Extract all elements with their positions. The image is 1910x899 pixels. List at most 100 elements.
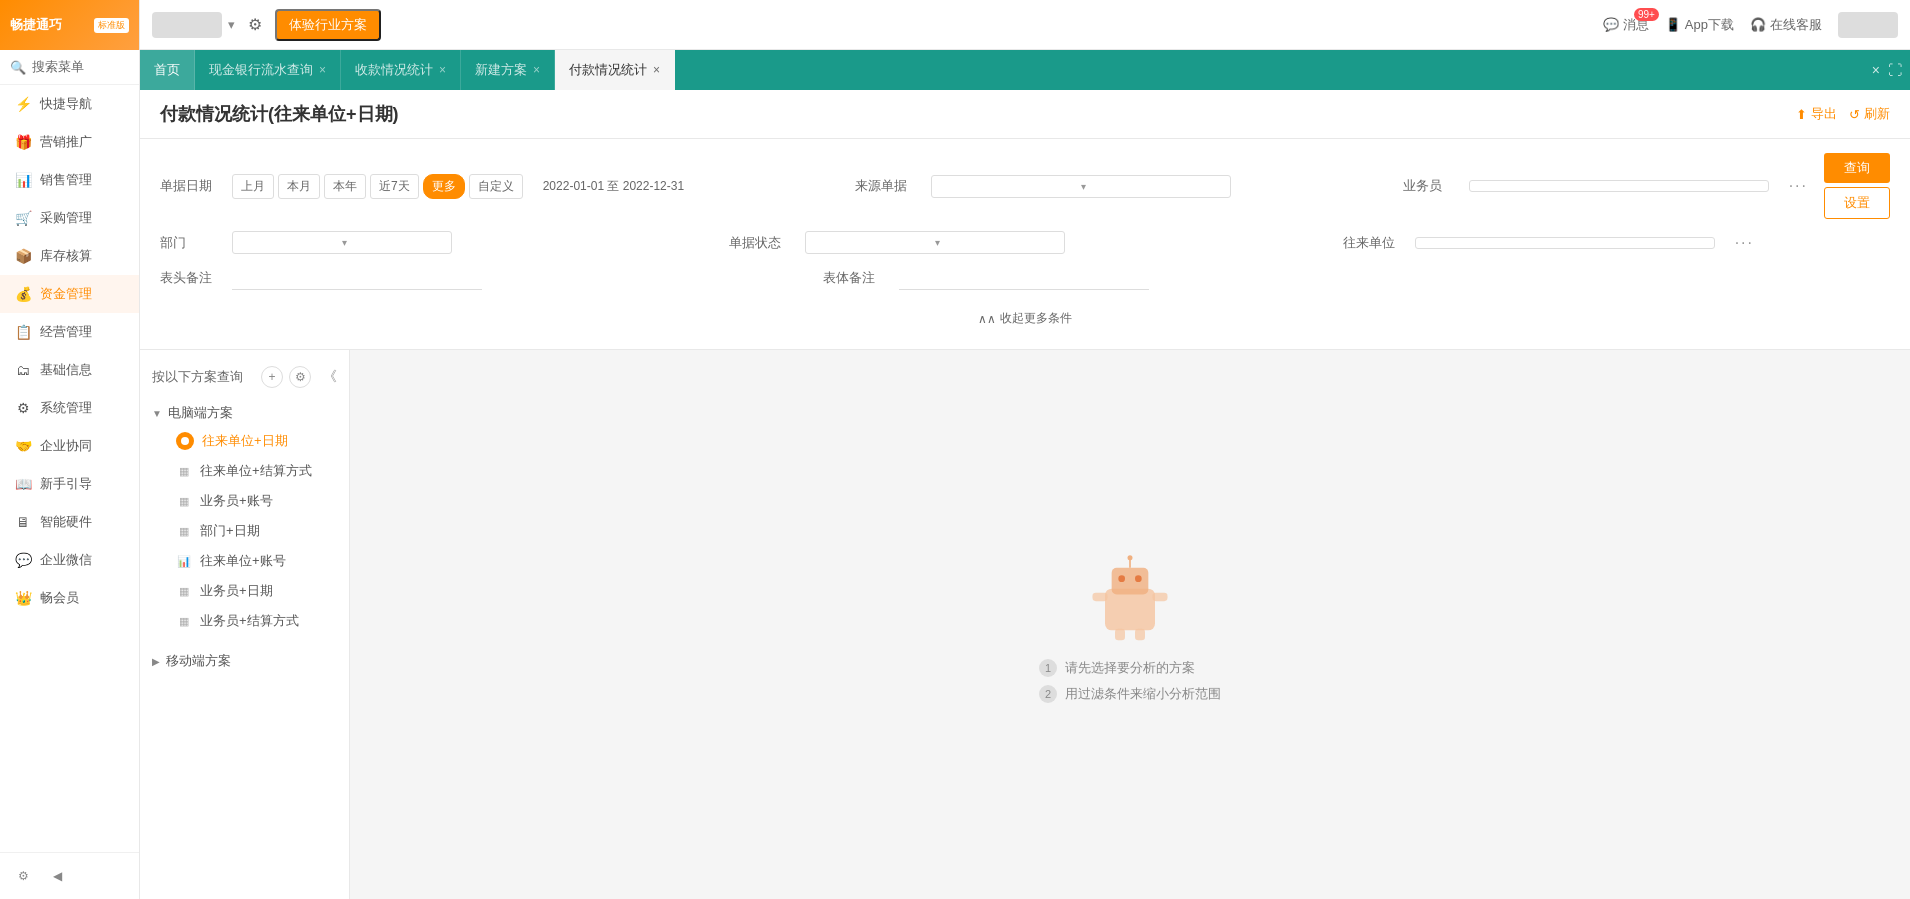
topbar-dropdown-arrow[interactable]: ▾	[228, 17, 235, 32]
main-area: ▾ ⚙ 体验行业方案 💬 消息 99+ 📱 App下载 🎧 在线客服	[140, 0, 1910, 899]
source-select[interactable]: ▾	[931, 175, 1231, 198]
tab-receipt-stats-close[interactable]: ×	[439, 63, 446, 77]
mobile-group-header[interactable]: ▶ 移动端方案	[152, 648, 337, 674]
sidebar-item-marketing[interactable]: 🎁 营销推广	[0, 123, 139, 161]
date-btn-this-month[interactable]: 本月	[278, 174, 320, 199]
tab-close-all-btn[interactable]: ×	[1872, 62, 1880, 78]
tab-new-scheme-close[interactable]: ×	[533, 63, 540, 77]
sidebar-item-quick-nav[interactable]: ⚡ 快捷导航	[0, 85, 139, 123]
sidebar-logo: 畅捷通巧	[10, 16, 62, 34]
sidebar-item-label: 营销推广	[40, 133, 92, 151]
user-menu[interactable]	[1838, 12, 1898, 38]
refresh-btn[interactable]: ↺ 刷新	[1849, 105, 1890, 123]
refresh-label: 刷新	[1864, 105, 1890, 123]
scheme-item-counterpart-settlement[interactable]: ▦ 往来单位+结算方式	[168, 456, 337, 486]
computer-group-header[interactable]: ▼ 电脑端方案	[152, 400, 337, 426]
scheme-item-counterpart-account[interactable]: 📊 往来单位+账号	[168, 546, 337, 576]
sidebar-item-inventory[interactable]: 📦 库存核算	[0, 237, 139, 275]
trial-btn[interactable]: 体验行业方案	[275, 9, 381, 41]
svg-rect-8	[1153, 592, 1168, 600]
scheme-item-label: 往来单位+结算方式	[200, 462, 312, 480]
tab-payment-stats-close[interactable]: ×	[653, 63, 660, 77]
scheme-item-counterpart-date[interactable]: 往来单位+日期	[168, 426, 337, 456]
scheme-item-salesperson-account[interactable]: ▦ 业务员+账号	[168, 486, 337, 516]
collapse-more-btn[interactable]: ∧∧ 收起更多条件	[160, 302, 1890, 335]
sidebar-item-sales[interactable]: 📊 销售管理	[0, 161, 139, 199]
finance-icon: 💰	[14, 285, 32, 303]
sidebar-item-label: 经营管理	[40, 323, 92, 341]
messages-btn[interactable]: 💬 消息 99+	[1603, 16, 1649, 34]
empty-state: 1 请先选择要分析的方案 2 用过滤条件来缩小分析范围	[1039, 547, 1221, 703]
date-btn-7days[interactable]: 近7天	[370, 174, 419, 199]
tab-spacer	[675, 50, 1864, 90]
salesperson-more-btn[interactable]: ···	[1789, 177, 1808, 195]
topbar-settings-btn[interactable]: ⚙	[241, 11, 269, 39]
sidebar-item-label: 系统管理	[40, 399, 92, 417]
sidebar-header: 畅捷通巧 标准版	[0, 0, 139, 50]
empty-hint-2: 2 用过滤条件来缩小分析范围	[1039, 685, 1221, 703]
user-avatar	[152, 12, 222, 38]
counterpart-more-btn[interactable]: ···	[1735, 234, 1754, 252]
sidebar-item-operations[interactable]: 📋 经营管理	[0, 313, 139, 351]
tab-payment-stats[interactable]: 付款情况统计 ×	[555, 50, 675, 90]
panel-collapse-btn[interactable]: 《	[323, 368, 337, 386]
tab-home[interactable]: 首页	[140, 50, 195, 90]
scheme-settings-btn[interactable]: ⚙	[289, 366, 311, 388]
sidebar-item-guide[interactable]: 📖 新手引导	[0, 465, 139, 503]
tab-bank-flow-close[interactable]: ×	[319, 63, 326, 77]
footer-settings-btn[interactable]: ⚙	[10, 863, 37, 889]
svg-rect-10	[1135, 628, 1145, 640]
page-header-actions: ⬆ 导出 ↺ 刷新	[1796, 105, 1890, 123]
date-btn-last-month[interactable]: 上月	[232, 174, 274, 199]
tab-new-scheme[interactable]: 新建方案 ×	[461, 50, 555, 90]
sidebar-item-basic-info[interactable]: 🗂 基础信息	[0, 351, 139, 389]
hint-num-1: 1	[1039, 659, 1057, 677]
settings-btn[interactable]: 设置	[1824, 187, 1890, 219]
dept-label: 部门	[160, 234, 216, 252]
sidebar-search[interactable]: 🔍 搜索菜单	[0, 50, 139, 85]
sidebar-item-system[interactable]: ⚙ 系统管理	[0, 389, 139, 427]
voucher-status-select[interactable]: ▾	[805, 231, 1065, 254]
scheme-item-label: 往来单位+日期	[202, 432, 288, 450]
tab-maximize-btn[interactable]: ⛶	[1888, 62, 1902, 78]
chevron-up-icon: ∧∧	[978, 312, 996, 326]
add-scheme-btn[interactable]: +	[261, 366, 283, 388]
active-scheme-icon	[176, 432, 194, 450]
sidebar-item-label: 企业协同	[40, 437, 92, 455]
svg-rect-9	[1115, 628, 1125, 640]
online-service-btn[interactable]: 🎧 在线客服	[1750, 16, 1822, 34]
scheme-item-salesperson-date[interactable]: ▦ 业务员+日期	[168, 576, 337, 606]
empty-hint-1: 1 请先选择要分析的方案	[1039, 659, 1221, 677]
date-btn-this-year[interactable]: 本年	[324, 174, 366, 199]
date-btn-more[interactable]: 更多	[423, 174, 465, 199]
sidebar-item-label: 销售管理	[40, 171, 92, 189]
filter-action-btns: 查询 设置	[1824, 153, 1890, 219]
scheme-item-dept-date[interactable]: ▦ 部门+日期	[168, 516, 337, 546]
sidebar-item-finance[interactable]: 💰 资金管理	[0, 275, 139, 313]
dept-select[interactable]: ▾	[232, 231, 452, 254]
sidebar-item-enterprise[interactable]: 🤝 企业协同	[0, 427, 139, 465]
header-note-input[interactable]	[232, 266, 482, 290]
body-note-input[interactable]	[899, 266, 1149, 290]
footer-collapse-btn[interactable]: ◀	[45, 863, 70, 889]
tab-receipt-stats[interactable]: 收款情况统计 ×	[341, 50, 461, 90]
sidebar-item-weixin[interactable]: 💬 企业微信	[0, 541, 139, 579]
app-download-btn[interactable]: 📱 App下载	[1665, 16, 1734, 34]
empty-state-icon	[1080, 547, 1180, 647]
tab-bank-flow[interactable]: 现金银行流水查询 ×	[195, 50, 341, 90]
inventory-icon: 📦	[14, 247, 32, 265]
topbar-left: ▾ ⚙ 体验行业方案	[152, 9, 381, 41]
sidebar-item-hardware[interactable]: 🖥 智能硬件	[0, 503, 139, 541]
counterpart-select[interactable]	[1415, 237, 1715, 249]
query-btn[interactable]: 查询	[1824, 153, 1890, 183]
sidebar-item-purchase[interactable]: 🛒 采购管理	[0, 199, 139, 237]
salesperson-select[interactable]	[1469, 180, 1769, 192]
sidebar-item-member[interactable]: 👑 畅会员	[0, 579, 139, 617]
tab-receipt-stats-label: 收款情况统计	[355, 61, 433, 79]
export-btn[interactable]: ⬆ 导出	[1796, 105, 1837, 123]
scheme-item-salesperson-settlement[interactable]: ▦ 业务员+结算方式	[168, 606, 337, 636]
svg-point-3	[1118, 575, 1125, 582]
sidebar-item-label: 新手引导	[40, 475, 92, 493]
date-btn-custom[interactable]: 自定义	[469, 174, 523, 199]
page-content: 付款情况统计(往来单位+日期) ⬆ 导出 ↺ 刷新 单据日期 上月 本月	[140, 90, 1910, 899]
